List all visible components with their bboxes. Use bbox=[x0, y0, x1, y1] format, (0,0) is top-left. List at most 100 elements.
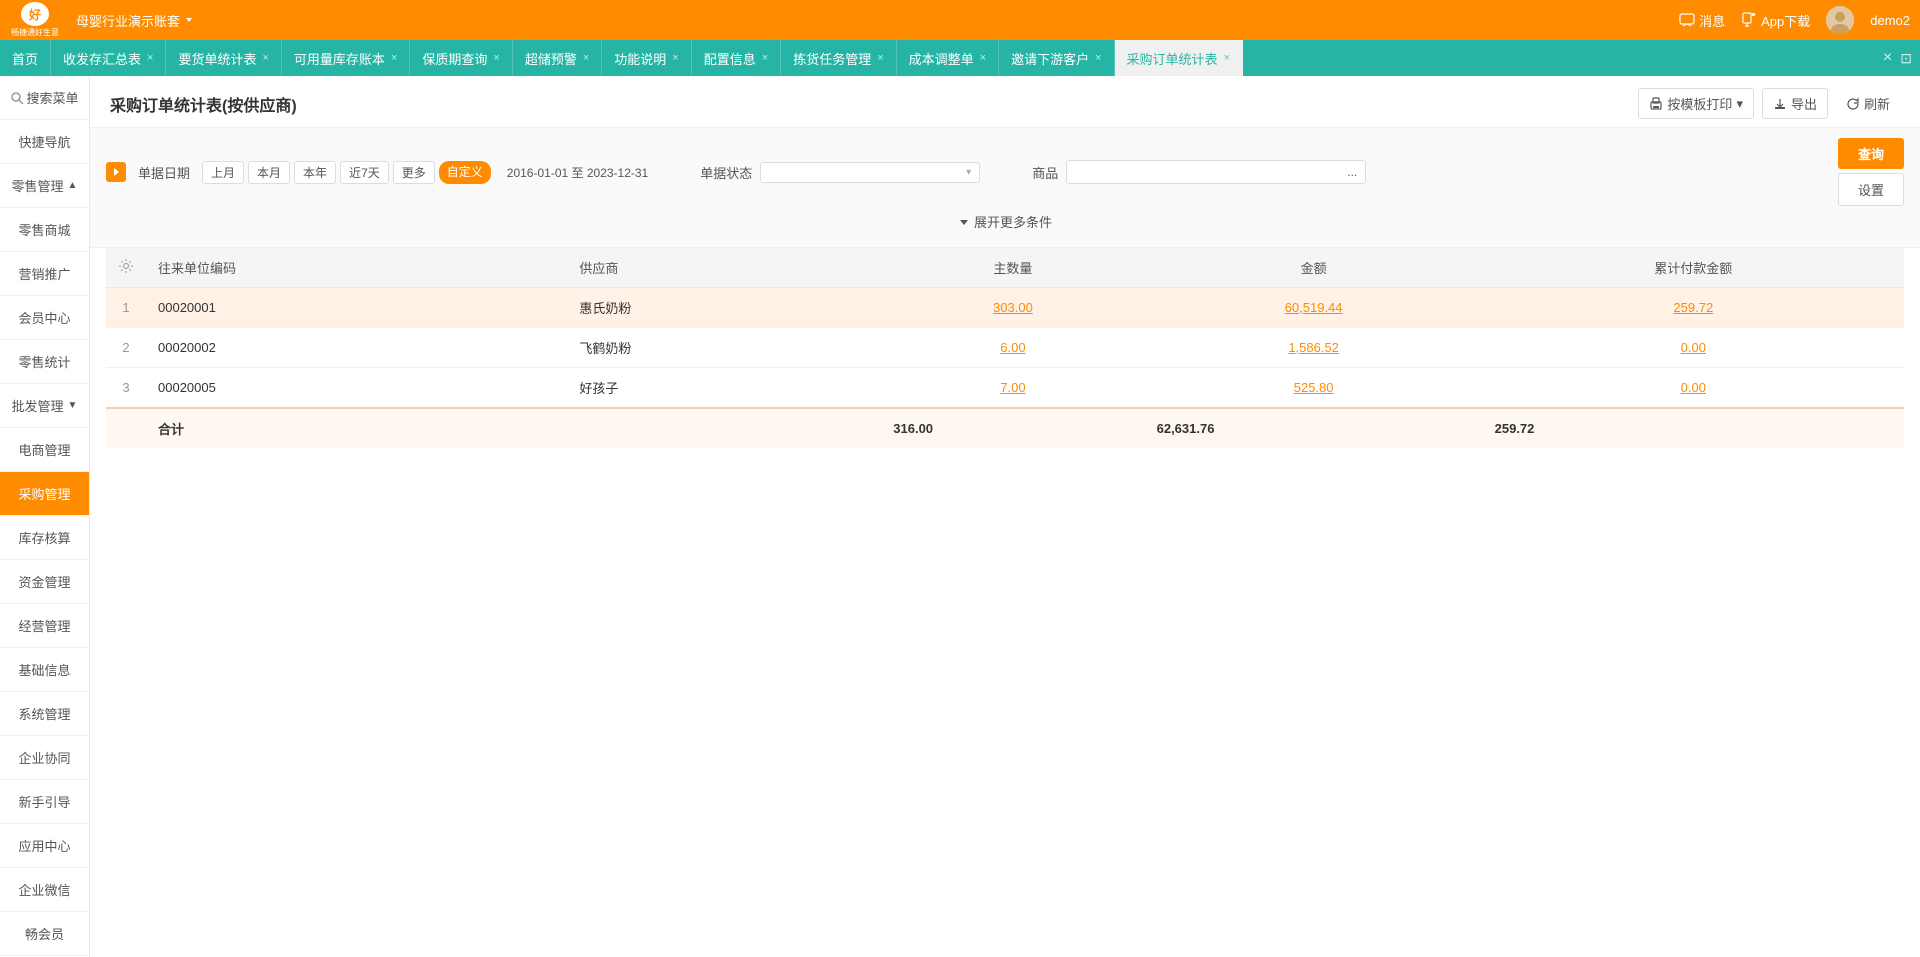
refresh-button[interactable]: 刷新 bbox=[1836, 89, 1900, 118]
date-btn-last-month[interactable]: 上月 bbox=[202, 161, 244, 184]
expand-more-button[interactable]: 展开更多条件 bbox=[106, 206, 1904, 237]
tab-over-stock-label: 超储预警 bbox=[525, 49, 577, 68]
tab-func-desc[interactable]: 功能说明 × bbox=[602, 40, 691, 76]
sidebar-item-finance[interactable]: 资金管理 bbox=[0, 560, 89, 604]
sidebar-item-app-center[interactable]: 应用中心 bbox=[0, 824, 89, 868]
date-btn-this-month[interactable]: 本月 bbox=[248, 161, 290, 184]
tab-pickup-task-label: 拣货任务管理 bbox=[793, 49, 871, 68]
sidebar-item-enterprise[interactable]: 企业协同 bbox=[0, 736, 89, 780]
messages-button[interactable]: 消息 bbox=[1679, 11, 1725, 30]
sidebar-item-stock[interactable]: 库存核算 bbox=[0, 516, 89, 560]
printer-icon bbox=[1649, 97, 1663, 111]
sidebar-item-retail-mall[interactable]: 零售商城 bbox=[0, 208, 89, 252]
chevron-right-icon bbox=[110, 166, 122, 178]
tab-cost-adjust[interactable]: 成本调整单 × bbox=[897, 40, 999, 76]
close-tab-invite[interactable]: × bbox=[1095, 52, 1101, 64]
row-supplier-2: 飞鹤奶粉 bbox=[567, 328, 881, 368]
export-button[interactable]: 导出 bbox=[1762, 88, 1828, 119]
date-btn-7days[interactable]: 近7天 bbox=[340, 161, 389, 184]
top-bar-left: 好 畅捷通好生意 母婴行业演示账套 bbox=[10, 2, 202, 38]
row-qty-3[interactable]: 7.00 bbox=[881, 368, 1144, 409]
row-paid-3[interactable]: 0.00 bbox=[1483, 368, 1904, 409]
tab-config-info-label: 配置信息 bbox=[704, 49, 756, 68]
tab-available-stock-label: 可用量库存账本 bbox=[294, 49, 385, 68]
sidebar-item-wechat[interactable]: 企业微信 bbox=[0, 868, 89, 912]
date-btn-more[interactable]: 更多 bbox=[393, 161, 435, 184]
filter-toggle-button[interactable] bbox=[106, 162, 126, 182]
goods-more-icon[interactable]: ... bbox=[1347, 165, 1357, 179]
sidebar-item-purchase[interactable]: 采购管理 bbox=[0, 472, 89, 516]
retail-expand-icon: ▲ bbox=[68, 180, 78, 191]
sidebar-item-ecommerce[interactable]: 电商管理 bbox=[0, 428, 89, 472]
user-name[interactable]: demo2 bbox=[1870, 13, 1910, 28]
tab-goods-summary[interactable]: 要货单统计表 × bbox=[166, 40, 281, 76]
date-range-display: 2016-01-01 至 2023-12-31 bbox=[507, 164, 648, 181]
row-amount-2[interactable]: 1,586.52 bbox=[1145, 328, 1483, 368]
export-icon bbox=[1773, 97, 1787, 111]
tab-home[interactable]: 首页 bbox=[0, 40, 51, 76]
sidebar-item-system[interactable]: 系统管理 bbox=[0, 692, 89, 736]
tab-purchase-summary[interactable]: 采购订单统计表 × bbox=[1115, 40, 1243, 76]
expand-more-label: 展开更多条件 bbox=[974, 212, 1052, 231]
nav-tabs: 首页 收发存汇总表 × 要货单统计表 × 可用量库存账本 × 保质期查询 × 超… bbox=[0, 40, 1920, 76]
message-icon bbox=[1679, 12, 1695, 28]
col-code-header: 往来单位编码 bbox=[146, 248, 567, 288]
goods-search-input[interactable]: ... bbox=[1066, 160, 1366, 184]
tab-over-stock[interactable]: 超储预警 × bbox=[513, 40, 602, 76]
template-print-button[interactable]: 按模板打印 ▾ bbox=[1638, 88, 1754, 119]
close-tab-config[interactable]: × bbox=[762, 52, 768, 64]
query-button[interactable]: 查询 bbox=[1838, 138, 1904, 169]
filter-area: 单据日期 上月 本月 本年 近7天 更多 自定义 2016-01-01 至 20… bbox=[90, 128, 1920, 248]
close-window-button[interactable]: × bbox=[1883, 49, 1892, 67]
footer-qty: 316.00 bbox=[881, 408, 1144, 448]
row-paid-1[interactable]: 259.72 bbox=[1483, 288, 1904, 328]
row-supplier-1: 惠氏奶粉 bbox=[567, 288, 881, 328]
settings-button[interactable]: 设置 bbox=[1838, 173, 1904, 206]
sidebar-item-search[interactable]: 搜索菜单 bbox=[0, 76, 89, 120]
column-settings-icon[interactable] bbox=[118, 258, 134, 274]
row-amount-1[interactable]: 60,519.44 bbox=[1145, 288, 1483, 328]
sidebar-item-wholesale[interactable]: 批发管理 ▼ bbox=[0, 384, 89, 428]
row-amount-3[interactable]: 525.80 bbox=[1145, 368, 1483, 409]
sidebar-item-vip[interactable]: 畅会员 bbox=[0, 912, 89, 956]
sidebar-app-center-label: 应用中心 bbox=[18, 836, 70, 855]
app-download-button[interactable]: App下载 bbox=[1741, 11, 1810, 30]
sidebar-item-shortcuts[interactable]: 快捷导航 bbox=[0, 120, 89, 164]
status-select[interactable]: ▾ bbox=[760, 162, 980, 183]
date-btn-this-year[interactable]: 本年 bbox=[294, 161, 336, 184]
sidebar-item-newbie[interactable]: 新手引导 bbox=[0, 780, 89, 824]
tab-shelf-life[interactable]: 保质期查询 × bbox=[410, 40, 512, 76]
tab-invite-downstream[interactable]: 邀请下游客户 × bbox=[999, 40, 1114, 76]
close-tab-shelf[interactable]: × bbox=[493, 52, 499, 64]
close-tab-pickup[interactable]: × bbox=[877, 52, 883, 64]
sidebar-item-basic[interactable]: 基础信息 bbox=[0, 648, 89, 692]
tab-receive-summary[interactable]: 收发存汇总表 × bbox=[51, 40, 166, 76]
tab-shelf-life-label: 保质期查询 bbox=[422, 49, 487, 68]
table-footer-row: 合计 316.00 62,631.76 259.72 bbox=[106, 408, 1904, 448]
sidebar-item-retail[interactable]: 零售管理 ▲ bbox=[0, 164, 89, 208]
sidebar-retail-mall-label: 零售商城 bbox=[18, 220, 70, 239]
tab-pickup-task[interactable]: 拣货任务管理 × bbox=[781, 40, 896, 76]
row-qty-1[interactable]: 303.00 bbox=[881, 288, 1144, 328]
sidebar-item-retail-stats[interactable]: 零售统计 bbox=[0, 340, 89, 384]
restore-window-button[interactable]: ⊡ bbox=[1900, 50, 1912, 67]
sidebar-item-marketing[interactable]: 营销推广 bbox=[0, 252, 89, 296]
footer-amount: 62,631.76 bbox=[1145, 408, 1483, 448]
row-paid-2[interactable]: 0.00 bbox=[1483, 328, 1904, 368]
sidebar-item-operations[interactable]: 经营管理 bbox=[0, 604, 89, 648]
close-tab-func[interactable]: × bbox=[672, 52, 678, 64]
close-tab-cost[interactable]: × bbox=[980, 52, 986, 64]
close-tab-receive[interactable]: × bbox=[147, 52, 153, 64]
close-tab-overstock[interactable]: × bbox=[583, 52, 589, 64]
download-icon bbox=[1741, 12, 1757, 28]
close-tab-goods[interactable]: × bbox=[262, 52, 268, 64]
sidebar-item-members[interactable]: 会员中心 bbox=[0, 296, 89, 340]
tab-config-info[interactable]: 配置信息 × bbox=[692, 40, 781, 76]
sidebar-retail-stats-label: 零售统计 bbox=[18, 352, 70, 371]
close-tab-purchase[interactable]: × bbox=[1224, 52, 1230, 64]
close-tab-available[interactable]: × bbox=[391, 52, 397, 64]
tab-available-stock[interactable]: 可用量库存账本 × bbox=[282, 40, 410, 76]
workspace-dropdown[interactable]: 母婴行业演示账套 bbox=[68, 11, 202, 30]
avatar[interactable] bbox=[1826, 6, 1854, 34]
row-qty-2[interactable]: 6.00 bbox=[881, 328, 1144, 368]
